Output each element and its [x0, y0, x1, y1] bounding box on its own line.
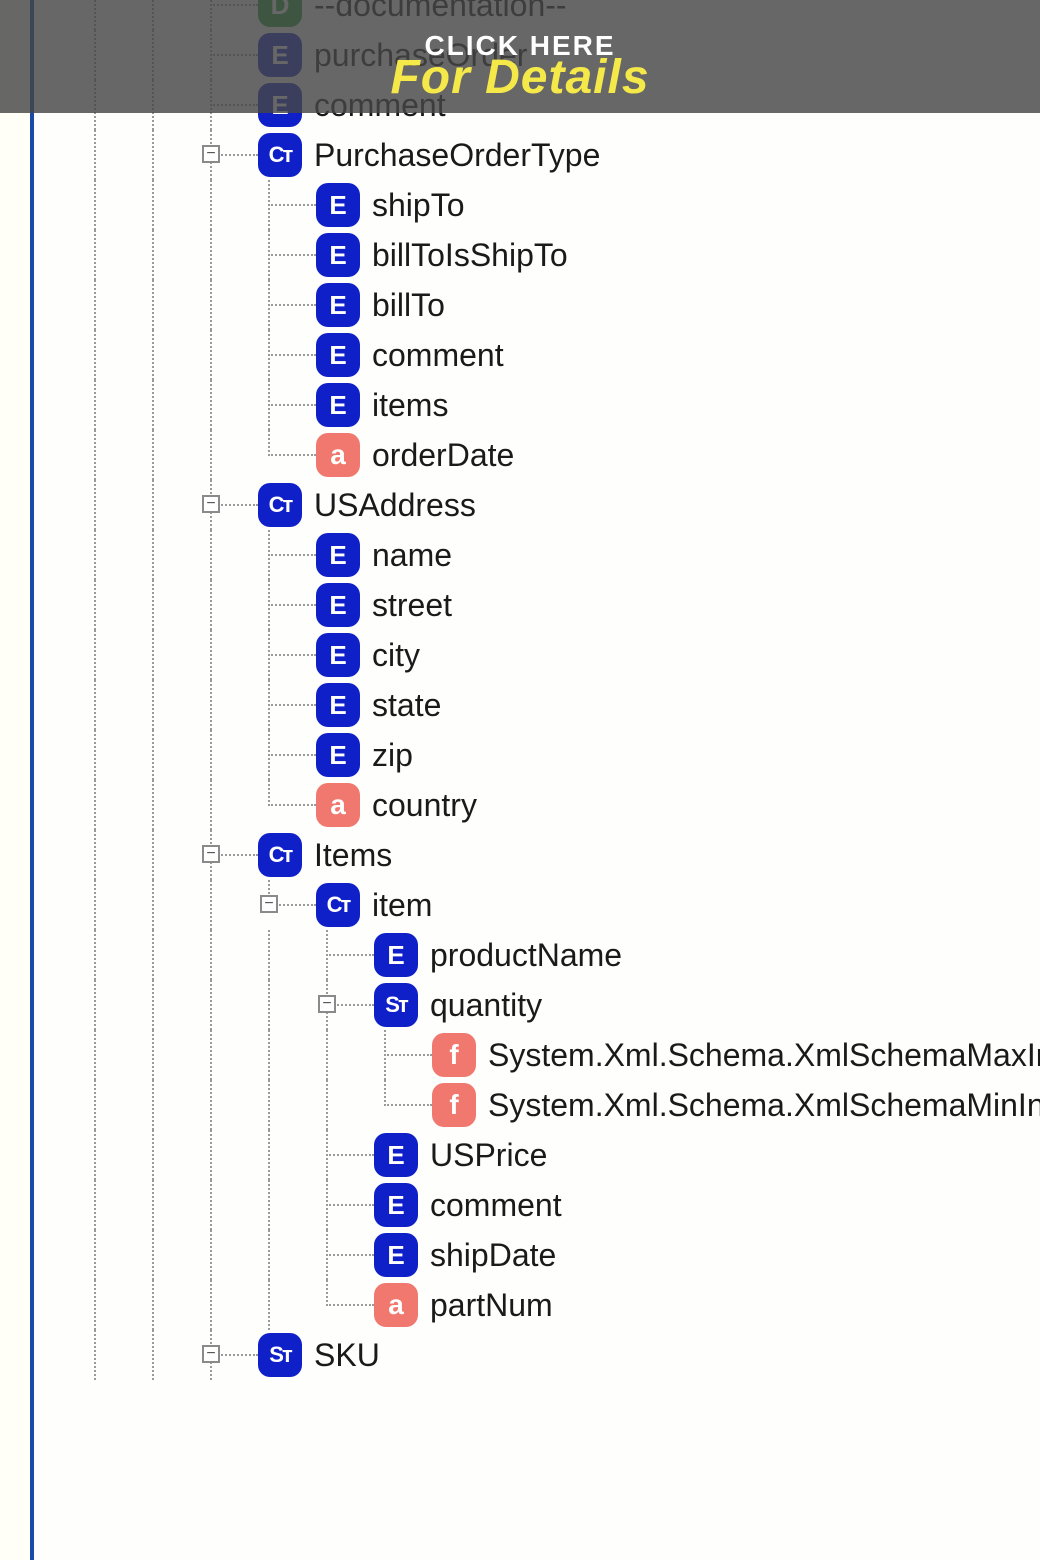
e-icon: E — [258, 83, 302, 127]
e-icon: E — [316, 283, 360, 327]
tree-node-label: comment — [372, 337, 504, 374]
tree-node-comment[interactable]: Ecomment — [84, 1180, 1040, 1230]
tree-panel: D--documentation--EpurchaseOrderEcomment… — [30, 0, 1040, 1560]
tree-node-sku[interactable]: Sᴛ SKU — [84, 1330, 1040, 1380]
expander-icon[interactable] — [260, 895, 278, 913]
tree-node-system-xml-schema-xmlschemamininclusivefacet[interactable]: f System.Xml.Schema.XmlSchemaMinInclusive… — [84, 1080, 1040, 1130]
tree-node-street[interactable]: Estreet — [84, 580, 1040, 630]
tree-node-label: PurchaseOrderType — [314, 137, 600, 174]
tree-node-label: System.Xml.Schema.XmlSchemaMaxInclusiveF… — [488, 1037, 1040, 1074]
expander-icon[interactable] — [318, 995, 336, 1013]
tree-node-label: --documentation-- — [314, 0, 567, 24]
expander-icon[interactable] — [202, 495, 220, 513]
tree-node-country[interactable]: a country — [84, 780, 1040, 830]
tree-node--documentation-[interactable]: D --documentation-- — [84, 0, 1040, 30]
tree-node-usaddress[interactable]: Cᴛ USAddress — [84, 480, 1040, 530]
tree-node-label: partNum — [430, 1287, 553, 1324]
tree-node-label: productName — [430, 937, 622, 974]
tree-node-label: System.Xml.Schema.XmlSchemaMinInclusiveF… — [488, 1087, 1040, 1124]
tree-node-billtoisshipto[interactable]: EbillToIsShipTo — [84, 230, 1040, 280]
tree-node-label: comment — [430, 1187, 562, 1224]
tree-node-item[interactable]: Cᴛitem — [84, 880, 1040, 930]
tree-node-comment[interactable]: Ecomment — [84, 330, 1040, 380]
tree-node-label: comment — [314, 87, 446, 124]
tree-node-purchaseordertype[interactable]: Cᴛ PurchaseOrderType — [84, 130, 1040, 180]
tree-node-comment[interactable]: Ecomment — [84, 80, 1040, 130]
tree-node-label: billToIsShipTo — [372, 237, 568, 274]
tree-node-shipto[interactable]: EshipTo — [84, 180, 1040, 230]
e-icon: E — [316, 583, 360, 627]
tree-node-shipdate[interactable]: EshipDate — [84, 1230, 1040, 1280]
st-icon: Sᴛ — [374, 983, 418, 1027]
tree-node-label: orderDate — [372, 437, 514, 474]
d-icon: D — [258, 0, 302, 27]
tree-node-label: quantity — [430, 987, 542, 1024]
e-icon: E — [316, 683, 360, 727]
ct-icon: Cᴛ — [258, 833, 302, 877]
tree-node-label: name — [372, 537, 452, 574]
ct-icon: Cᴛ — [258, 133, 302, 177]
tree-node-items[interactable]: Eitems — [84, 380, 1040, 430]
tree-node-zip[interactable]: Ezip — [84, 730, 1040, 780]
e-icon: E — [374, 933, 418, 977]
tree-node-label: zip — [372, 737, 413, 774]
e-icon: E — [316, 233, 360, 277]
tree-node-label: items — [372, 387, 448, 424]
tree-node-label: billTo — [372, 287, 445, 324]
e-icon: E — [316, 533, 360, 577]
e-icon: E — [316, 733, 360, 777]
tree-node-label: SKU — [314, 1337, 380, 1374]
tree-node-label: street — [372, 587, 452, 624]
tree-node-label: city — [372, 637, 420, 674]
tree-node-quantity[interactable]: Sᴛ quantity — [84, 980, 1040, 1030]
e-icon: E — [374, 1183, 418, 1227]
a-icon: a — [316, 433, 360, 477]
tree-node-state[interactable]: Estate — [84, 680, 1040, 730]
e-icon: E — [316, 383, 360, 427]
tree-node-productname[interactable]: EproductName — [84, 930, 1040, 980]
ct-icon: Cᴛ — [316, 883, 360, 927]
tree-node-orderdate[interactable]: a orderDate — [84, 430, 1040, 480]
tree-node-items[interactable]: Cᴛ Items — [84, 830, 1040, 880]
expander-icon[interactable] — [202, 145, 220, 163]
expander-icon[interactable] — [202, 1345, 220, 1363]
e-icon: E — [316, 633, 360, 677]
schema-tree: D--documentation--EpurchaseOrderEcomment… — [84, 0, 1040, 1380]
f-icon: f — [432, 1033, 476, 1077]
tree-node-label: country — [372, 787, 477, 824]
e-icon: E — [316, 333, 360, 377]
tree-node-city[interactable]: Ecity — [84, 630, 1040, 680]
a-icon: a — [374, 1283, 418, 1327]
tree-node-label: state — [372, 687, 441, 724]
tree-node-name[interactable]: Ename — [84, 530, 1040, 580]
st-icon: Sᴛ — [258, 1333, 302, 1377]
tree-node-label: shipDate — [430, 1237, 556, 1274]
tree-node-label: USAddress — [314, 487, 476, 524]
f-icon: f — [432, 1083, 476, 1127]
a-icon: a — [316, 783, 360, 827]
tree-node-usprice[interactable]: E USPrice — [84, 1130, 1040, 1180]
expander-icon[interactable] — [202, 845, 220, 863]
tree-node-purchaseorder[interactable]: EpurchaseOrder — [84, 30, 1040, 80]
tree-node-partnum[interactable]: a partNum — [84, 1280, 1040, 1330]
ct-icon: Cᴛ — [258, 483, 302, 527]
tree-node-billto[interactable]: EbillTo — [84, 280, 1040, 330]
e-icon: E — [374, 1233, 418, 1277]
e-icon: E — [316, 183, 360, 227]
tree-node-label: purchaseOrder — [314, 37, 527, 74]
e-icon: E — [258, 33, 302, 77]
tree-node-label: item — [372, 887, 432, 924]
tree-node-label: shipTo — [372, 187, 465, 224]
e-icon: E — [374, 1133, 418, 1177]
tree-node-system-xml-schema-xmlschemamaxinclusivefacet[interactable]: f System.Xml.Schema.XmlSchemaMaxInclusive… — [84, 1030, 1040, 1080]
tree-node-label: USPrice — [430, 1137, 547, 1174]
tree-node-label: Items — [314, 837, 392, 874]
